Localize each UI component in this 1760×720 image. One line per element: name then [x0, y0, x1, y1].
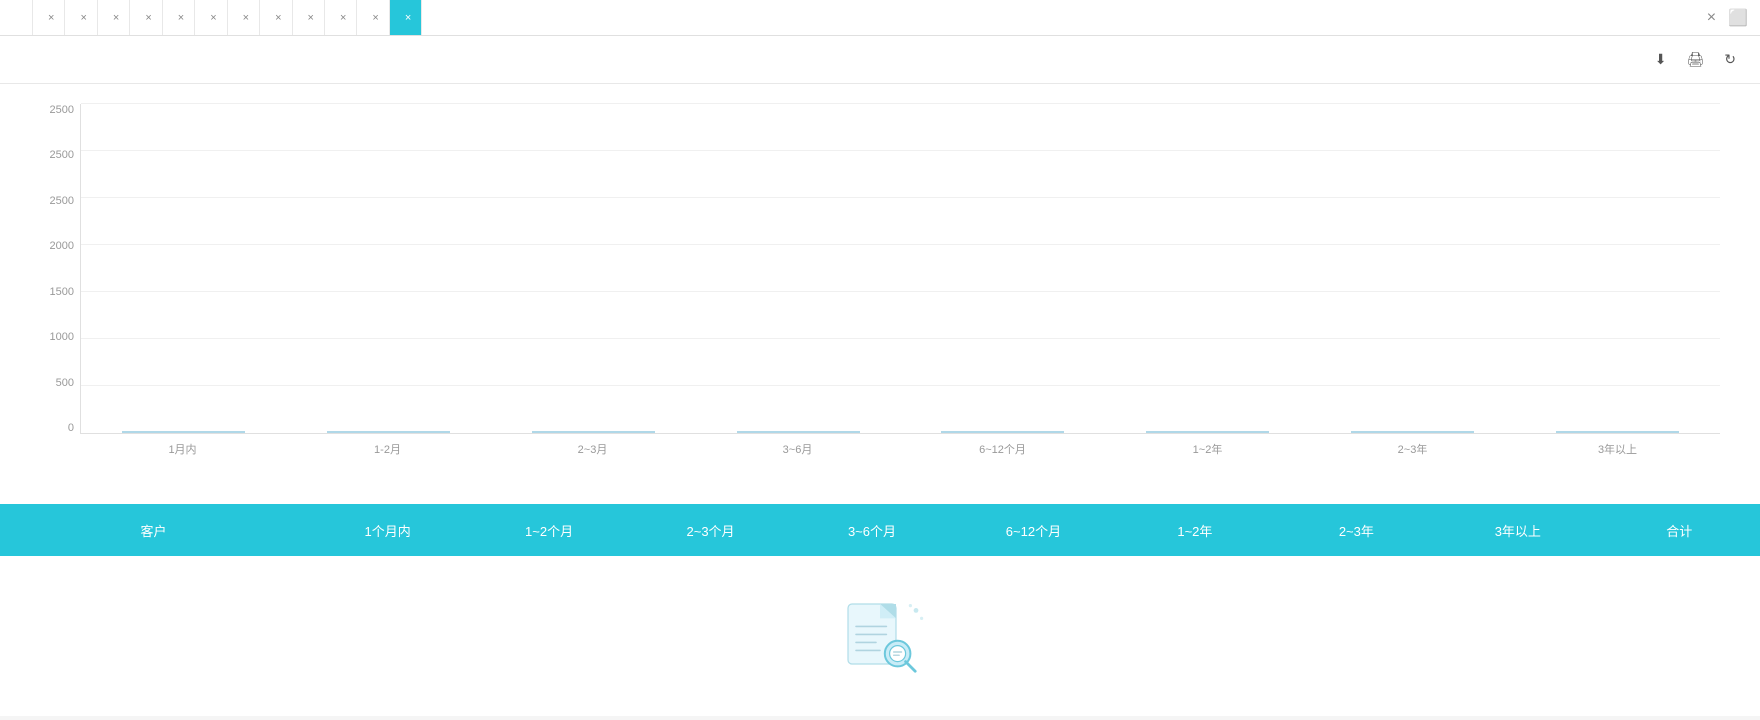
table-header-cell: 2~3年: [1276, 521, 1437, 540]
y-axis-label: 2500: [50, 195, 74, 207]
bar: [1146, 431, 1269, 433]
close-icon[interactable]: ×: [275, 12, 281, 24]
chart-area: 0 500 1000 1500 2000 2500 2500 2500 1月内1-2月2~3月…: [0, 84, 1760, 504]
x-axis: 1月内1-2月2~3月3~6月6~12个月1~2年2~3年3年以上: [80, 434, 1720, 464]
close-icon[interactable]: ×: [243, 12, 249, 24]
print-icon: 🖨: [1686, 51, 1704, 68]
grid-line: [81, 338, 1720, 339]
bar: [737, 431, 860, 433]
window-maximize-button[interactable]: ⬜: [1724, 6, 1752, 30]
bar-group: [1556, 431, 1679, 433]
y-axis-label: 1500: [50, 286, 74, 298]
bar-group: [1146, 431, 1269, 433]
close-icon[interactable]: ×: [372, 12, 378, 24]
close-icon[interactable]: ×: [210, 12, 216, 24]
y-axis-label: 2500: [50, 104, 74, 116]
close-icon[interactable]: ×: [80, 12, 86, 24]
x-axis-label: 6~12个月: [900, 441, 1105, 457]
bar-group: [327, 431, 450, 433]
page-header: ⬇ 🖨 ↻: [0, 36, 1760, 84]
tab-profit-quarterly[interactable]: ×: [130, 0, 162, 36]
tab-ar-aging[interactable]: ×: [390, 0, 422, 36]
tab-cashflow[interactable]: ×: [163, 0, 195, 36]
bar-group: [737, 431, 860, 433]
y-axis-label: 500: [56, 377, 74, 389]
no-data-icon: [830, 596, 930, 676]
x-axis-label: 1月内: [80, 441, 285, 457]
y-axis-label: 0: [68, 422, 74, 434]
grid-line: [81, 385, 1720, 386]
tab-ar-stats[interactable]: ×: [260, 0, 292, 36]
table-header-cell: 1~2个月: [468, 521, 629, 540]
close-icon[interactable]: ×: [178, 12, 184, 24]
grid-line: [81, 150, 1720, 151]
grid-line: [81, 244, 1720, 245]
tab-equity-change[interactable]: ×: [228, 0, 260, 36]
refresh-button[interactable]: ↻: [1724, 51, 1740, 68]
tab-profit[interactable]: ×: [98, 0, 130, 36]
tab-inventory[interactable]: ×: [33, 0, 65, 36]
table-header-cell: 3~6个月: [791, 521, 952, 540]
x-axis-label: 1-2月: [285, 441, 490, 457]
y-axis-label: 1000: [50, 331, 74, 343]
tab-expense-stats[interactable]: ×: [325, 0, 357, 36]
close-icon[interactable]: ×: [48, 12, 54, 24]
tab-home[interactable]: [8, 0, 33, 36]
chart-container: 0 500 1000 1500 2000 2500 2500 2500 1月内1-2月2~3月…: [40, 104, 1720, 464]
x-axis-label: 3年以上: [1515, 441, 1720, 457]
table-body: [0, 556, 1760, 716]
bar-group: [941, 431, 1064, 433]
table-header-cell: 6~12个月: [953, 521, 1114, 540]
table-header: 客户1个月内1~2个月2~3个月3~6个月6~12个月1~2年2~3年3年以上合…: [0, 504, 1760, 556]
tab-operations[interactable]: ×: [357, 0, 389, 36]
main-content: 0 500 1000 1500 2000 2500 2500 2500 1月内1-2月2~3月…: [0, 84, 1760, 716]
table-header-cell: 1~2年: [1114, 521, 1275, 540]
grid-line: [81, 103, 1720, 104]
close-icon[interactable]: ×: [340, 12, 346, 24]
bar: [941, 431, 1064, 433]
y-axis-label: 2500: [50, 149, 74, 161]
x-axis-label: 3~6月: [695, 441, 900, 457]
grid-line: [81, 291, 1720, 292]
download-icon: ⬇: [1655, 51, 1667, 68]
table-header-cell: 客户: [0, 521, 307, 540]
refresh-icon: ↻: [1724, 51, 1736, 68]
bar-group: [532, 431, 655, 433]
y-axis-label: 2000: [50, 240, 74, 252]
tab-bar: × × × × × × × × × × × ×: [0, 0, 1760, 36]
close-icon[interactable]: ×: [113, 12, 119, 24]
bar-group: [122, 431, 245, 433]
tab-balance-sheet[interactable]: ×: [65, 0, 97, 36]
tab-cashflow-quarterly[interactable]: ×: [195, 0, 227, 36]
header-actions: ⬇ 🖨 ↻: [1655, 51, 1740, 68]
x-axis-label: 1~2年: [1105, 441, 1310, 457]
close-icon[interactable]: ×: [308, 12, 314, 24]
close-icon[interactable]: ×: [405, 12, 411, 24]
tab-bar-actions: × ⬜: [1703, 6, 1752, 30]
chart-plot: [80, 104, 1720, 434]
close-icon[interactable]: ×: [145, 12, 151, 24]
tab-ap-stats[interactable]: ×: [293, 0, 325, 36]
x-axis-label: 2~3年: [1310, 441, 1515, 457]
bar: [1351, 431, 1474, 433]
grid-line: [81, 197, 1720, 198]
bar: [532, 431, 655, 433]
y-axis: 0 500 1000 1500 2000 2500 2500 2500: [40, 104, 80, 434]
bar: [1556, 431, 1679, 433]
bar: [122, 431, 245, 433]
table-header-cell: 2~3个月: [630, 521, 791, 540]
download-button[interactable]: ⬇: [1655, 51, 1671, 68]
x-axis-label: 2~3月: [490, 441, 695, 457]
window-close-button[interactable]: ×: [1703, 7, 1720, 29]
print-button[interactable]: 🖨: [1686, 51, 1708, 68]
table-header-cell: 1个月内: [307, 521, 468, 540]
bar-group: [1351, 431, 1474, 433]
bar: [327, 431, 450, 433]
table-header-cell: 合计: [1599, 521, 1760, 540]
table-header-cell: 3年以上: [1437, 521, 1598, 540]
empty-state: [830, 596, 930, 676]
